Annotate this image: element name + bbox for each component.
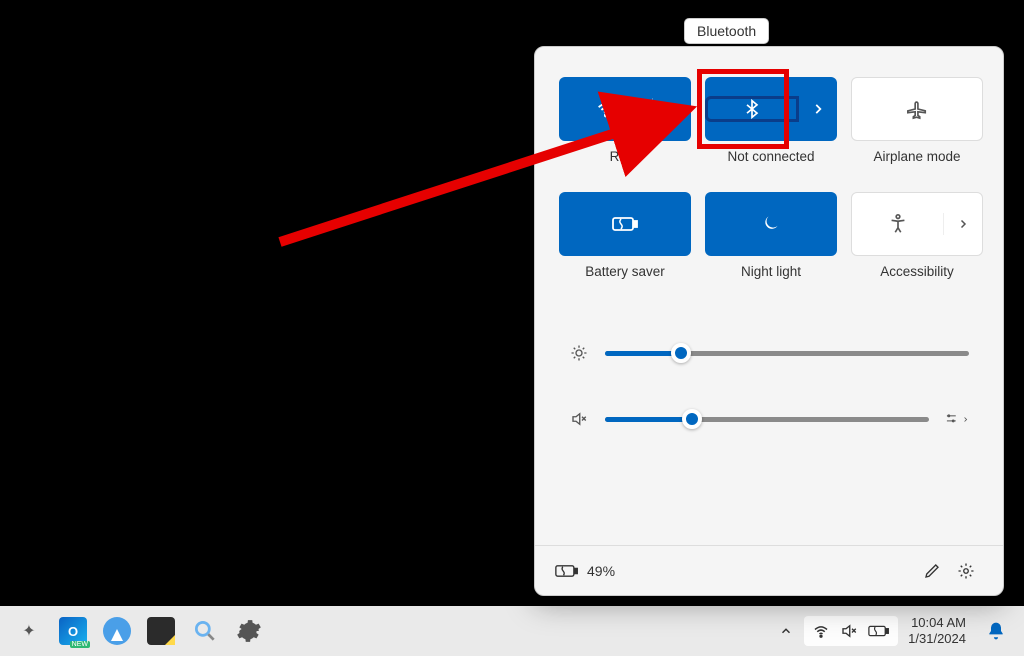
pencil-icon	[923, 562, 941, 580]
chevron-up-icon	[779, 624, 793, 638]
volume-slider[interactable]	[605, 417, 929, 422]
accessibility-tile[interactable]	[851, 192, 983, 256]
chevron-right-icon	[811, 102, 825, 116]
chevron-right-icon	[665, 102, 679, 116]
wifi-toggle[interactable]	[559, 98, 653, 120]
taskbar: ✦ O NEW	[0, 606, 1024, 656]
airplane-label: Airplane mode	[851, 149, 983, 164]
accessibility-expand[interactable]	[944, 218, 982, 230]
volume-slider-row	[535, 391, 1003, 447]
accessibility-icon	[887, 213, 909, 235]
wifi-tile[interactable]	[559, 77, 691, 141]
brightness-slider-row	[535, 325, 1003, 381]
battery-saver-icon	[611, 214, 639, 234]
tray-overflow[interactable]	[770, 610, 802, 652]
panel-footer: 49%	[535, 545, 1003, 595]
chevron-right-icon	[962, 415, 969, 424]
battery-icon	[868, 624, 890, 638]
wifi-expand[interactable]	[653, 102, 691, 116]
taskbar-date: 1/31/2024	[908, 631, 966, 647]
brightness-icon	[569, 343, 589, 363]
taskbar-app-figma[interactable]: ✦	[8, 610, 50, 652]
airplane-tile[interactable]	[851, 77, 983, 141]
night-light-tile[interactable]	[705, 192, 837, 256]
system-tray[interactable]	[804, 616, 898, 646]
volume-mute-icon	[840, 622, 858, 640]
battery-saver-label: Battery saver	[559, 264, 691, 279]
taskbar-app-outlook[interactable]: O NEW	[52, 610, 94, 652]
battery-status[interactable]: 49%	[555, 563, 615, 579]
bluetooth-tooltip: Bluetooth	[684, 18, 769, 44]
night-light-icon	[761, 214, 781, 234]
notifications-button[interactable]	[976, 621, 1016, 641]
battery-icon	[555, 563, 579, 579]
taskbar-app-nordvpn[interactable]	[96, 610, 138, 652]
accessibility-toggle[interactable]	[852, 213, 944, 235]
battery-percent: 49%	[587, 563, 615, 579]
bluetooth-toggle[interactable]	[705, 96, 799, 122]
taskbar-app-search[interactable]	[184, 610, 226, 652]
gear-icon	[236, 618, 262, 644]
battery-saver-tile[interactable]	[559, 192, 691, 256]
audio-output-select[interactable]	[945, 410, 969, 428]
accessibility-label: Accessibility	[851, 264, 983, 279]
quick-settings-panel: RGG Not connected	[534, 46, 1004, 596]
bluetooth-icon	[742, 99, 762, 119]
night-light-label: Night light	[705, 264, 837, 279]
settings-button[interactable]	[949, 554, 983, 588]
taskbar-app-settings[interactable]	[228, 610, 270, 652]
airplane-icon	[906, 98, 928, 120]
wifi-icon	[595, 98, 617, 120]
wifi-icon	[812, 622, 830, 640]
bluetooth-label: Not connected	[705, 149, 837, 164]
taskbar-app-sticky-notes[interactable]	[140, 610, 182, 652]
taskbar-time: 10:04 AM	[908, 615, 966, 631]
bluetooth-tile[interactable]	[705, 77, 837, 141]
edit-button[interactable]	[915, 554, 949, 588]
chevron-right-icon	[957, 218, 969, 230]
bell-icon	[986, 621, 1006, 641]
bluetooth-expand[interactable]	[799, 102, 837, 116]
wifi-label: RGG	[559, 149, 691, 164]
gear-icon	[957, 562, 975, 580]
taskbar-clock[interactable]: 10:04 AM 1/31/2024	[900, 615, 974, 648]
volume-mute-icon[interactable]	[569, 409, 589, 429]
brightness-slider[interactable]	[605, 351, 969, 356]
